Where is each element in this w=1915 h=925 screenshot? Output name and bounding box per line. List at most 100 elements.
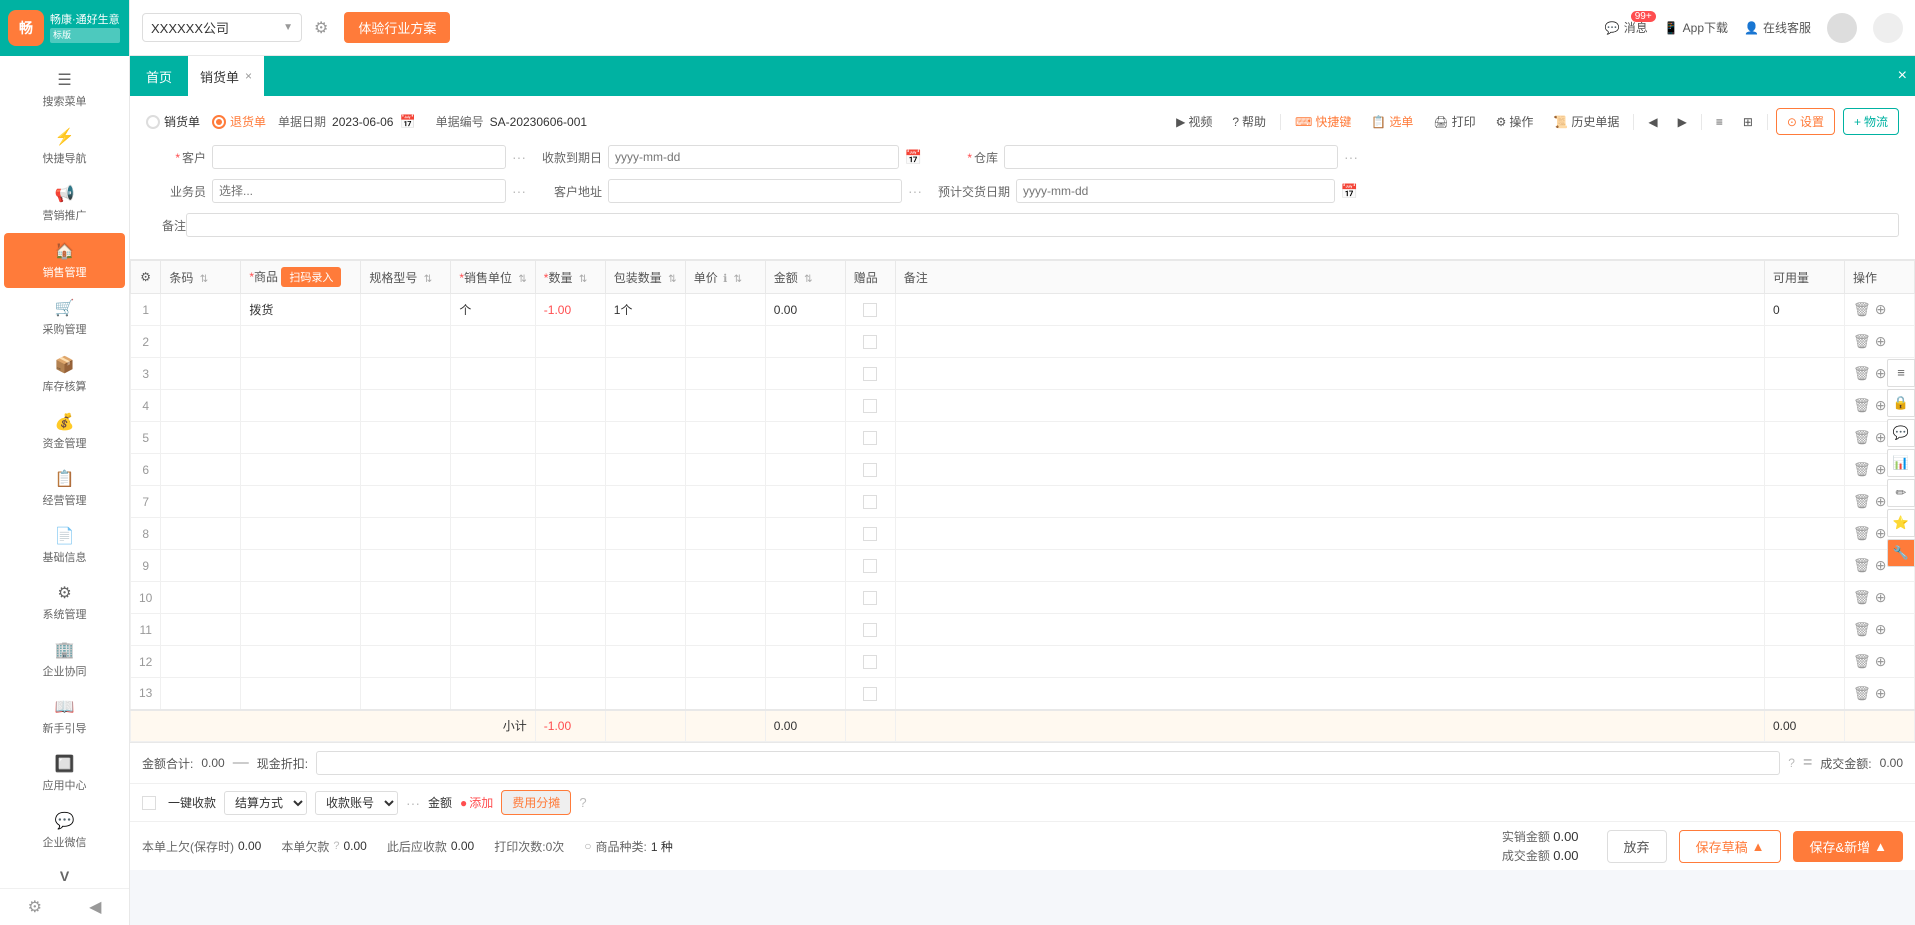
- row-copy-icon-1[interactable]: ⊕: [1875, 301, 1887, 318]
- row-unit-8[interactable]: [451, 518, 535, 550]
- row-qty-3[interactable]: [535, 358, 605, 390]
- panel-item-3[interactable]: 💬: [1887, 419, 1915, 447]
- row-barcode-9[interactable]: [161, 550, 241, 582]
- row-delete-icon-2[interactable]: 🗑: [1853, 333, 1871, 350]
- row-gift-5[interactable]: [845, 422, 895, 454]
- row-unit-4[interactable]: [451, 390, 535, 422]
- payment-account-select[interactable]: 收款账号: [315, 791, 398, 815]
- row-delete-icon-8[interactable]: 🗑: [1853, 525, 1871, 542]
- help-btn[interactable]: ? 帮助: [1226, 110, 1272, 133]
- sidebar-item-inventory[interactable]: 📦 库存核算: [4, 347, 125, 402]
- row-copy-icon-13[interactable]: ⊕: [1875, 685, 1887, 702]
- company-selector[interactable]: XXXXXX公司 ▼: [142, 13, 302, 42]
- row-copy-icon-11[interactable]: ⊕: [1875, 621, 1887, 638]
- radio-sales[interactable]: 销货单: [146, 113, 200, 130]
- row-amount-3[interactable]: [765, 358, 845, 390]
- row-amount-6[interactable]: [765, 454, 845, 486]
- due-date-input[interactable]: [608, 145, 899, 169]
- row-barcode-1[interactable]: [161, 294, 241, 326]
- sidebar-item-vip[interactable]: V 畅会员: [4, 860, 125, 888]
- row-qty-10[interactable]: [535, 582, 605, 614]
- row-amount-4[interactable]: [765, 390, 845, 422]
- sidebar-item-purchase[interactable]: 🛒 采购管理: [4, 290, 125, 345]
- list-view-btn[interactable]: ≡: [1710, 112, 1729, 132]
- row-unit-9[interactable]: [451, 550, 535, 582]
- row-unit-10[interactable]: [451, 582, 535, 614]
- row-spec-4[interactable]: [361, 390, 451, 422]
- radio-return[interactable]: 退货单: [212, 113, 266, 130]
- row-memo-11[interactable]: [895, 614, 1764, 646]
- expenses-button[interactable]: 费用分摊: [501, 790, 571, 815]
- salesperson-input[interactable]: [212, 179, 506, 203]
- row-unit-3[interactable]: [451, 358, 535, 390]
- row-copy-icon-9[interactable]: ⊕: [1875, 557, 1887, 574]
- row-barcode-5[interactable]: [161, 422, 241, 454]
- flow-button[interactable]: + 物流: [1843, 108, 1899, 135]
- row-amount-13[interactable]: [765, 678, 845, 710]
- message-item[interactable]: 💬 消息 99+: [1605, 19, 1648, 36]
- row-spec-1[interactable]: [361, 294, 451, 326]
- row-price-7[interactable]: [685, 486, 765, 518]
- panel-item-1[interactable]: ≡: [1887, 359, 1915, 387]
- sidebar-item-app-center[interactable]: 🔲 应用中心: [4, 746, 125, 801]
- row-pkg-4[interactable]: [605, 390, 685, 422]
- row-spec-10[interactable]: [361, 582, 451, 614]
- tab-sales-order[interactable]: 销货单 ×: [188, 56, 264, 96]
- row-delete-icon-10[interactable]: 🗑: [1853, 589, 1871, 606]
- row-gift-9[interactable]: [845, 550, 895, 582]
- add-button[interactable]: ● 添加: [460, 794, 493, 811]
- customer-addr-input[interactable]: [608, 179, 902, 203]
- row-price-1[interactable]: [685, 294, 765, 326]
- row-qty-13[interactable]: [535, 678, 605, 710]
- row-amount-12[interactable]: [765, 646, 845, 678]
- row-pkg-6[interactable]: [605, 454, 685, 486]
- date-calendar-icon[interactable]: 📅: [399, 114, 415, 130]
- row-gift-1[interactable]: [845, 294, 895, 326]
- row-pkg-2[interactable]: [605, 326, 685, 358]
- sidebar-item-base-info[interactable]: 📄 基础信息: [4, 518, 125, 573]
- panel-item-2[interactable]: 🔒: [1887, 389, 1915, 417]
- row-copy-icon-10[interactable]: ⊕: [1875, 589, 1887, 606]
- row-delete-icon-12[interactable]: 🗑: [1853, 653, 1871, 670]
- sidebar-item-operations[interactable]: 📋 经营管理: [4, 461, 125, 516]
- print-btn[interactable]: 🖨 打印: [1427, 110, 1481, 133]
- panel-item-7[interactable]: 🔧: [1887, 539, 1915, 567]
- row-barcode-2[interactable]: [161, 326, 241, 358]
- row-gift-8[interactable]: [845, 518, 895, 550]
- row-pkg-10[interactable]: [605, 582, 685, 614]
- row-goods-7[interactable]: [241, 486, 361, 518]
- remarks-input[interactable]: [186, 213, 1899, 237]
- row-memo-4[interactable]: [895, 390, 1764, 422]
- row-memo-3[interactable]: [895, 358, 1764, 390]
- row-unit-13[interactable]: [451, 678, 535, 710]
- row-spec-9[interactable]: [361, 550, 451, 582]
- row-goods-9[interactable]: [241, 550, 361, 582]
- row-qty-4[interactable]: [535, 390, 605, 422]
- row-unit-1[interactable]: 个: [451, 294, 535, 326]
- panel-item-5[interactable]: ✏: [1887, 479, 1915, 507]
- settings-bottom-icon[interactable]: ⚙: [28, 897, 42, 917]
- topbar-gear-icon[interactable]: ⚙: [314, 18, 328, 38]
- row-goods-8[interactable]: [241, 518, 361, 550]
- app-download-item[interactable]: 📱 App下载: [1664, 19, 1728, 36]
- row-barcode-3[interactable]: [161, 358, 241, 390]
- row-goods-6[interactable]: [241, 454, 361, 486]
- tab-close-icon[interactable]: ×: [245, 69, 252, 83]
- row-barcode-4[interactable]: [161, 390, 241, 422]
- row-amount-8[interactable]: [765, 518, 845, 550]
- trial-button[interactable]: 体验行业方案: [344, 12, 450, 43]
- row-pkg-12[interactable]: [605, 646, 685, 678]
- row-pkg-7[interactable]: [605, 486, 685, 518]
- row-copy-icon-5[interactable]: ⊕: [1875, 429, 1887, 446]
- salesperson-dots-icon[interactable]: ···: [512, 183, 526, 199]
- shortcut-btn[interactable]: ⌨ 快捷键: [1289, 110, 1357, 133]
- row-unit-5[interactable]: [451, 422, 535, 454]
- row-barcode-6[interactable]: [161, 454, 241, 486]
- row-delete-icon-11[interactable]: 🗑: [1853, 621, 1871, 638]
- sidebar-item-system[interactable]: ⚙ 系统管理: [4, 575, 125, 630]
- abandon-button[interactable]: 放弃: [1607, 830, 1667, 863]
- row-qty-1[interactable]: -1.00: [535, 294, 605, 326]
- expected-date-calendar-icon[interactable]: 📅: [1341, 183, 1358, 200]
- row-price-3[interactable]: [685, 358, 765, 390]
- row-amount-5[interactable]: [765, 422, 845, 454]
